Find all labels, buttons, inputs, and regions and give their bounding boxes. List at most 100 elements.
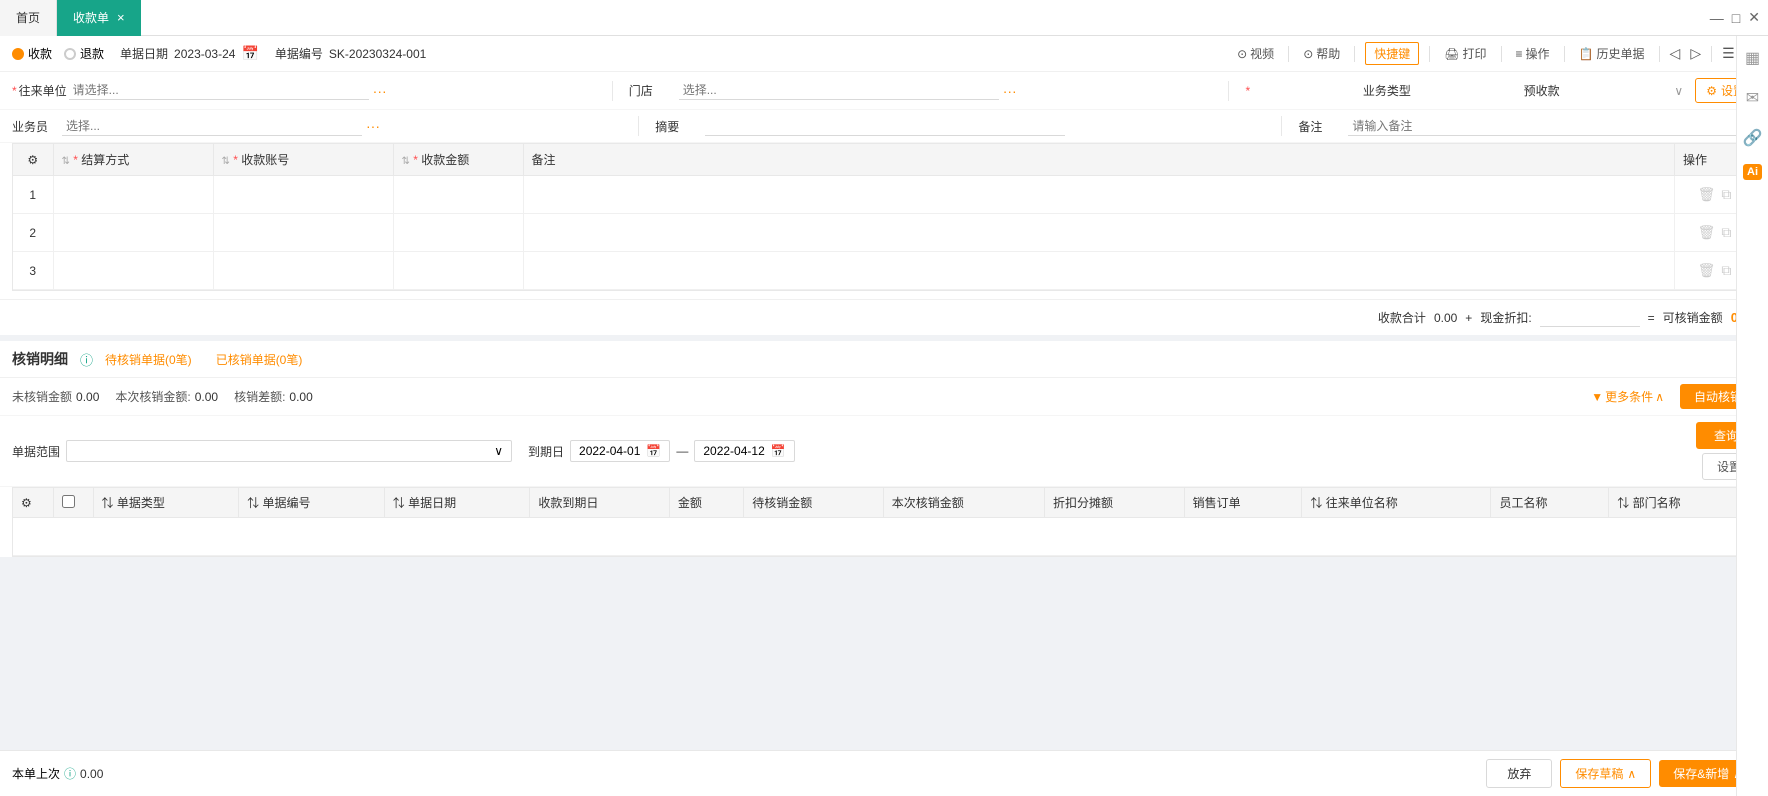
history-label: 历史单据	[1597, 45, 1645, 62]
receipt-radio[interactable]: 收款	[12, 45, 52, 62]
save-new-label: 保存&新增	[1673, 765, 1729, 782]
detail-col-checkbox[interactable]	[53, 488, 93, 518]
row3-remark[interactable]	[523, 252, 1675, 290]
history-btn[interactable]: 📋 历史单据	[1575, 43, 1649, 64]
sidebar-link-icon[interactable]: 🔗	[1739, 124, 1767, 152]
row1-settle[interactable]	[53, 176, 213, 214]
biz-type-chevron[interactable]: ∨	[1674, 84, 1683, 98]
partner-required: *	[12, 84, 17, 98]
row1-amount[interactable]	[393, 176, 523, 214]
due-date-start-input[interactable]: 2022-04-01 📅	[570, 440, 670, 462]
next-icon[interactable]: ▷	[1690, 45, 1701, 62]
row1-delete-icon[interactable]: 🗑	[1698, 186, 1716, 203]
ai-badge[interactable]: Ai	[1743, 164, 1762, 180]
done-tab[interactable]: 已核销单据(0笔)	[216, 351, 303, 368]
due-date-end-input[interactable]: 2022-04-12 📅	[694, 440, 794, 462]
shortcut-btn[interactable]: 快捷键	[1365, 42, 1419, 65]
maximize-icon[interactable]: □	[1732, 10, 1740, 26]
refund-radio-dot	[64, 48, 76, 60]
row3-settle[interactable]	[53, 252, 213, 290]
prev-icon[interactable]: ◁	[1670, 45, 1681, 62]
row2-settle[interactable]	[53, 214, 213, 252]
biz-type-value: 预收款	[1524, 82, 1560, 99]
abandon-button[interactable]: 放弃	[1486, 759, 1552, 788]
shop-more-icon[interactable]: ···	[1003, 83, 1017, 99]
refund-radio[interactable]: 退款	[64, 45, 104, 62]
staff-input[interactable]	[62, 117, 362, 136]
biz-type-required: *	[1245, 84, 1250, 98]
date-sep: —	[676, 444, 688, 458]
receipt-radio-label: 收款	[28, 45, 52, 62]
settle-sort-icon[interactable]: ⇅	[62, 156, 70, 167]
receipt-radio-dot	[12, 48, 24, 60]
account-sort-icon[interactable]: ⇅	[222, 156, 230, 167]
calendar-icon[interactable]: 📅	[241, 45, 258, 62]
receipt-tab[interactable]: 收款单 ×	[57, 0, 141, 36]
detail-col-type: ⇅ 单据类型	[93, 488, 239, 518]
more-conditions-btn[interactable]: ▼ 更多条件 ∧	[1591, 388, 1664, 405]
filter-row: 单据范围 ∨ 到期日 2022-04-01 📅 — 2022-04-12 📅 查…	[0, 416, 1768, 487]
print-btn[interactable]: 🖨 打印	[1440, 43, 1490, 64]
doc-no-value: SK-20230324-001	[329, 47, 426, 61]
select-all-checkbox[interactable]	[62, 495, 75, 508]
save-draft-button[interactable]: 保存草稿 ∧	[1560, 759, 1651, 788]
partner-more-icon[interactable]: ···	[373, 83, 387, 99]
sidebar-email-icon[interactable]: ✉	[1742, 84, 1763, 112]
per-order-info: 本单上次 ⓘ 0.00	[12, 765, 103, 782]
col-settle-header: ⇅ * 结算方式	[53, 144, 213, 176]
col-gear-header[interactable]: ⚙	[13, 144, 53, 176]
discount-input[interactable]	[1540, 308, 1640, 327]
row2-account[interactable]	[213, 214, 393, 252]
row1-copy-icon[interactable]: ⧉	[1721, 186, 1731, 203]
print-label: 打印	[1463, 45, 1487, 62]
form-row-2: 业务员 ··· 摘要 备注	[0, 110, 1768, 143]
remark-input[interactable]	[1348, 117, 1756, 136]
sidebar-table-icon[interactable]: ▦	[1741, 44, 1764, 72]
close-icon[interactable]: ✕	[1748, 9, 1760, 26]
summary-input[interactable]	[705, 117, 1065, 136]
field-divider1	[612, 81, 613, 101]
sum-plus: +	[1465, 311, 1472, 325]
row2-copy-icon[interactable]: ⧉	[1721, 224, 1731, 241]
home-tab[interactable]: 首页	[0, 0, 57, 36]
account-label: 收款账号	[241, 153, 289, 167]
row2-remark[interactable]	[523, 214, 1675, 252]
help-btn[interactable]: ⊙ 帮助	[1299, 43, 1344, 64]
current-label: 本次核销金额:	[115, 388, 190, 405]
range-select[interactable]: ∨	[66, 440, 512, 462]
row1-remark[interactable]	[523, 176, 1675, 214]
row1-account[interactable]	[213, 176, 393, 214]
tab-close-icon[interactable]: ×	[117, 0, 125, 36]
row2-delete-icon[interactable]: 🗑	[1698, 224, 1716, 241]
amount-sort-icon[interactable]: ⇅	[402, 156, 410, 167]
table-row: 1 🗑 ⧉	[13, 176, 1755, 214]
staff-more-icon[interactable]: ···	[366, 118, 380, 134]
row3-delete-icon[interactable]: 🗑	[1698, 262, 1716, 279]
verify-info-icon[interactable]: ⓘ	[80, 350, 93, 369]
shop-input[interactable]	[679, 81, 999, 100]
divider1	[1288, 46, 1289, 62]
field-divider3	[638, 116, 639, 136]
range-label: 单据范围	[12, 443, 60, 460]
list-icon[interactable]: ☰	[1722, 45, 1735, 62]
ops-btn[interactable]: ≡ 操作	[1512, 43, 1554, 64]
table-gear-icon[interactable]: ⚙	[27, 153, 38, 167]
row3-copy-icon[interactable]: ⧉	[1721, 262, 1731, 279]
detail-amount-label: 金额	[678, 496, 702, 510]
row3-amount[interactable]	[393, 252, 523, 290]
result-label: 可核销金额	[1663, 309, 1723, 326]
divider3	[1429, 46, 1430, 62]
partner-input[interactable]	[69, 81, 369, 100]
pending-tab[interactable]: 待核销单据(0笔)	[105, 351, 192, 368]
detail-col-gear[interactable]: ⚙	[13, 488, 53, 518]
per-order-info-icon[interactable]: ⓘ	[64, 765, 76, 782]
field-divider2	[1228, 81, 1229, 101]
detail-current-label: 本次核销金额	[892, 496, 964, 510]
unverified-value: 0.00	[76, 390, 99, 404]
video-btn[interactable]: ⊙ 视频	[1233, 43, 1278, 64]
row3-account[interactable]	[213, 252, 393, 290]
more-conditions-label: 更多条件	[1605, 388, 1653, 405]
header-bar: 收款 退款 单据日期 2023-03-24 📅 单据编号 SK-20230324…	[0, 36, 1768, 72]
row2-amount[interactable]	[393, 214, 523, 252]
minimize-icon[interactable]: —	[1710, 10, 1724, 26]
